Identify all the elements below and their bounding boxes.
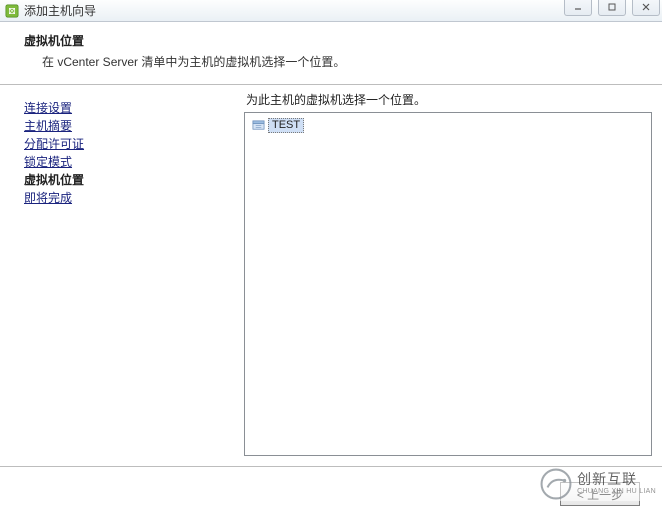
maximize-button[interactable] <box>598 0 626 16</box>
back-button[interactable]: < 上一步 <box>560 482 640 506</box>
wizard-footer: < 上一步 <box>0 467 662 521</box>
page-title: 虚拟机位置 <box>24 32 642 49</box>
tree-item-label: TEST <box>268 118 304 133</box>
wizard-body: 连接设置 主机摘要 分配许可证 锁定模式 虚拟机位置 即将完成 为此主机的虚拟机… <box>0 85 662 467</box>
step-ready-to-complete[interactable]: 即将完成 <box>24 189 227 207</box>
main-panel: 为此主机的虚拟机选择一个位置。 TEST <box>238 85 662 466</box>
step-vm-location: 虚拟机位置 <box>24 171 227 189</box>
window-controls <box>564 0 660 16</box>
location-tree[interactable]: TEST <box>244 112 652 456</box>
wizard-header: 虚拟机位置 在 vCenter Server 清单中为主机的虚拟机选择一个位置。 <box>0 22 662 85</box>
tree-item-datacenter[interactable]: TEST <box>251 117 645 133</box>
close-button[interactable] <box>632 0 660 16</box>
window-title: 添加主机向导 <box>24 2 96 19</box>
step-host-summary[interactable]: 主机摘要 <box>24 117 227 135</box>
step-assign-license[interactable]: 分配许可证 <box>24 135 227 153</box>
titlebar: 添加主机向导 <box>0 0 662 22</box>
step-connection-settings[interactable]: 连接设置 <box>24 99 227 117</box>
wizard-steps: 连接设置 主机摘要 分配许可证 锁定模式 虚拟机位置 即将完成 <box>0 85 238 466</box>
datacenter-icon <box>251 118 265 132</box>
app-icon <box>4 3 20 19</box>
step-lockdown-mode[interactable]: 锁定模式 <box>24 153 227 171</box>
minimize-button[interactable] <box>564 0 592 16</box>
location-prompt: 为此主机的虚拟机选择一个位置。 <box>246 91 652 108</box>
page-subtitle: 在 vCenter Server 清单中为主机的虚拟机选择一个位置。 <box>42 53 642 70</box>
